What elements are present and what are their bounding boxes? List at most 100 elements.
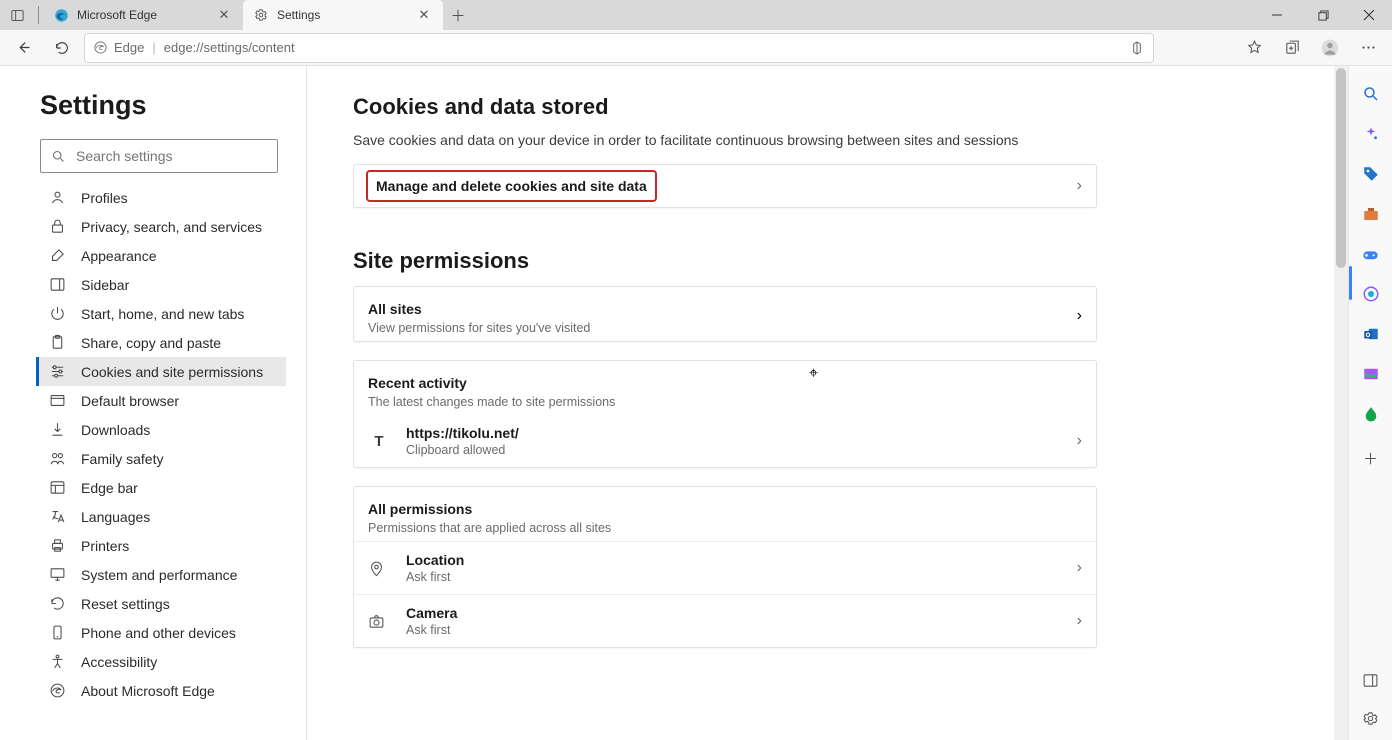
menu-button[interactable] [1352, 33, 1384, 63]
site-favicon-letter: T [368, 430, 390, 452]
content-scrollbar[interactable] [1334, 66, 1348, 740]
monitor-icon [49, 566, 67, 583]
nav-appearance[interactable]: Appearance [36, 241, 286, 270]
image-tool-icon[interactable] [1359, 362, 1383, 386]
nav-downloads[interactable]: Downloads [36, 415, 286, 444]
profile-button[interactable] [1314, 33, 1346, 63]
drop-icon[interactable] [1359, 402, 1383, 426]
chevron-right-icon: › [1077, 559, 1082, 577]
scrollbar-thumb[interactable] [1336, 68, 1346, 268]
perm-name: Camera [406, 605, 457, 621]
nav-cookies[interactable]: Cookies and site permissions [36, 357, 286, 386]
browser-toolbar: Edge | edge://settings/content [0, 30, 1392, 66]
address-bar[interactable]: Edge | edge://settings/content [84, 33, 1154, 63]
gear-icon [253, 7, 269, 23]
nav-system[interactable]: System and performance [36, 560, 286, 589]
recent-activity-card: Recent activity The latest changes made … [353, 360, 1097, 468]
nav-accessibility[interactable]: Accessibility [36, 647, 286, 676]
nav-edge-bar[interactable]: Edge bar [36, 473, 286, 502]
nav-privacy[interactable]: Privacy, search, and services [36, 212, 286, 241]
sidebar-add-button[interactable]: ＋ [1359, 446, 1383, 470]
address-chip-label: Edge [114, 40, 144, 55]
collections-button[interactable] [1276, 33, 1308, 63]
recent-sub: The latest changes made to site permissi… [368, 395, 1082, 409]
reset-icon [49, 595, 67, 612]
refresh-button[interactable] [46, 33, 78, 63]
tab-title: Microsoft Edge [77, 8, 157, 22]
search-icon [51, 149, 66, 164]
read-aloud-icon[interactable] [1129, 40, 1145, 56]
copilot-icon[interactable] [1359, 282, 1383, 306]
nav-label: System and performance [81, 567, 237, 583]
nav-languages[interactable]: Languages [36, 502, 286, 531]
tab-close-icon[interactable]: ✕ [215, 6, 233, 24]
new-tab-button[interactable]: ＋ [443, 5, 473, 26]
nav-reset[interactable]: Reset settings [36, 589, 286, 618]
address-separator: | [152, 40, 155, 55]
all-perms-sub: Permissions that are applied across all … [368, 521, 1082, 535]
sidebar-active-indicator [1349, 266, 1352, 300]
nav-label: Share, copy and paste [81, 335, 221, 351]
tab-actions-icon[interactable] [0, 8, 34, 23]
nav-label: Accessibility [81, 654, 157, 670]
window-minimize-button[interactable] [1254, 0, 1300, 30]
favorites-button[interactable] [1238, 33, 1270, 63]
nav-phone[interactable]: Phone and other devices [36, 618, 286, 647]
language-icon [49, 508, 67, 525]
nav-start[interactable]: Start, home, and new tabs [36, 299, 286, 328]
nav-label: Edge bar [81, 480, 138, 496]
sparkle-icon[interactable] [1359, 122, 1383, 146]
settings-search[interactable] [40, 139, 278, 173]
all-sites-card[interactable]: All sites View permissions for sites you… [353, 286, 1097, 342]
chevron-right-icon: › [1077, 612, 1082, 630]
manage-cookies-row[interactable]: Manage and delete cookies and site data … [353, 164, 1097, 208]
permission-camera[interactable]: Camera Ask first › [354, 594, 1096, 647]
edge-icon [49, 682, 67, 699]
games-icon[interactable] [1359, 242, 1383, 266]
accessibility-icon [49, 653, 67, 670]
edge-favicon-icon [53, 7, 69, 23]
toolbox-icon[interactable] [1359, 202, 1383, 226]
nav-printers[interactable]: Printers [36, 531, 286, 560]
shopping-tag-icon[interactable] [1359, 162, 1383, 186]
tab-settings[interactable]: Settings ✕ [243, 0, 443, 30]
window-titlebar: Microsoft Edge ✕ Settings ✕ ＋ [0, 0, 1392, 30]
nav-label: Profiles [81, 190, 128, 206]
nav-label: Appearance [81, 248, 157, 264]
sidebar-settings-icon[interactable] [1359, 706, 1383, 730]
recent-site-row[interactable]: T https://tikolu.net/ Clipboard allowed … [354, 415, 1096, 467]
search-tool-icon[interactable] [1359, 82, 1383, 106]
nav-about[interactable]: About Microsoft Edge [36, 676, 286, 705]
permission-location[interactable]: Location Ask first › [354, 541, 1096, 594]
cookies-heading: Cookies and data stored [353, 94, 1334, 120]
nav-label: Start, home, and new tabs [81, 306, 244, 322]
nav-family[interactable]: Family safety [36, 444, 286, 473]
manage-cookies-label: Manage and delete cookies and site data [366, 170, 657, 202]
clipboard-icon [49, 334, 67, 351]
nav-profiles[interactable]: Profiles [36, 183, 286, 212]
nav-label: Languages [81, 509, 150, 525]
perm-status: Ask first [406, 570, 464, 584]
tab-close-icon[interactable]: ✕ [415, 6, 433, 24]
phone-icon [49, 624, 67, 641]
tab-microsoft-edge[interactable]: Microsoft Edge ✕ [43, 0, 243, 30]
nav-share[interactable]: Share, copy and paste [36, 328, 286, 357]
outlook-icon[interactable] [1359, 322, 1383, 346]
address-url: edge://settings/content [164, 40, 295, 55]
panel-icon [49, 276, 67, 293]
nav-label: Family safety [81, 451, 163, 467]
settings-search-input[interactable] [76, 148, 267, 164]
sidebar-panel-toggle-icon[interactable] [1359, 668, 1383, 692]
nav-sidebar[interactable]: Sidebar [36, 270, 286, 299]
titlebar-divider [38, 6, 39, 24]
settings-sidebar: Settings Profiles Privacy, search, and s… [0, 66, 307, 740]
chevron-right-icon: › [1077, 432, 1082, 450]
window-close-button[interactable] [1346, 0, 1392, 30]
nav-default-browser[interactable]: Default browser [36, 386, 286, 415]
back-button[interactable] [8, 33, 40, 63]
nav-label: Downloads [81, 422, 150, 438]
nav-label: Cookies and site permissions [81, 364, 263, 380]
nav-label: About Microsoft Edge [81, 683, 215, 699]
recent-site-url: https://tikolu.net/ [406, 425, 519, 441]
window-maximize-button[interactable] [1300, 0, 1346, 30]
